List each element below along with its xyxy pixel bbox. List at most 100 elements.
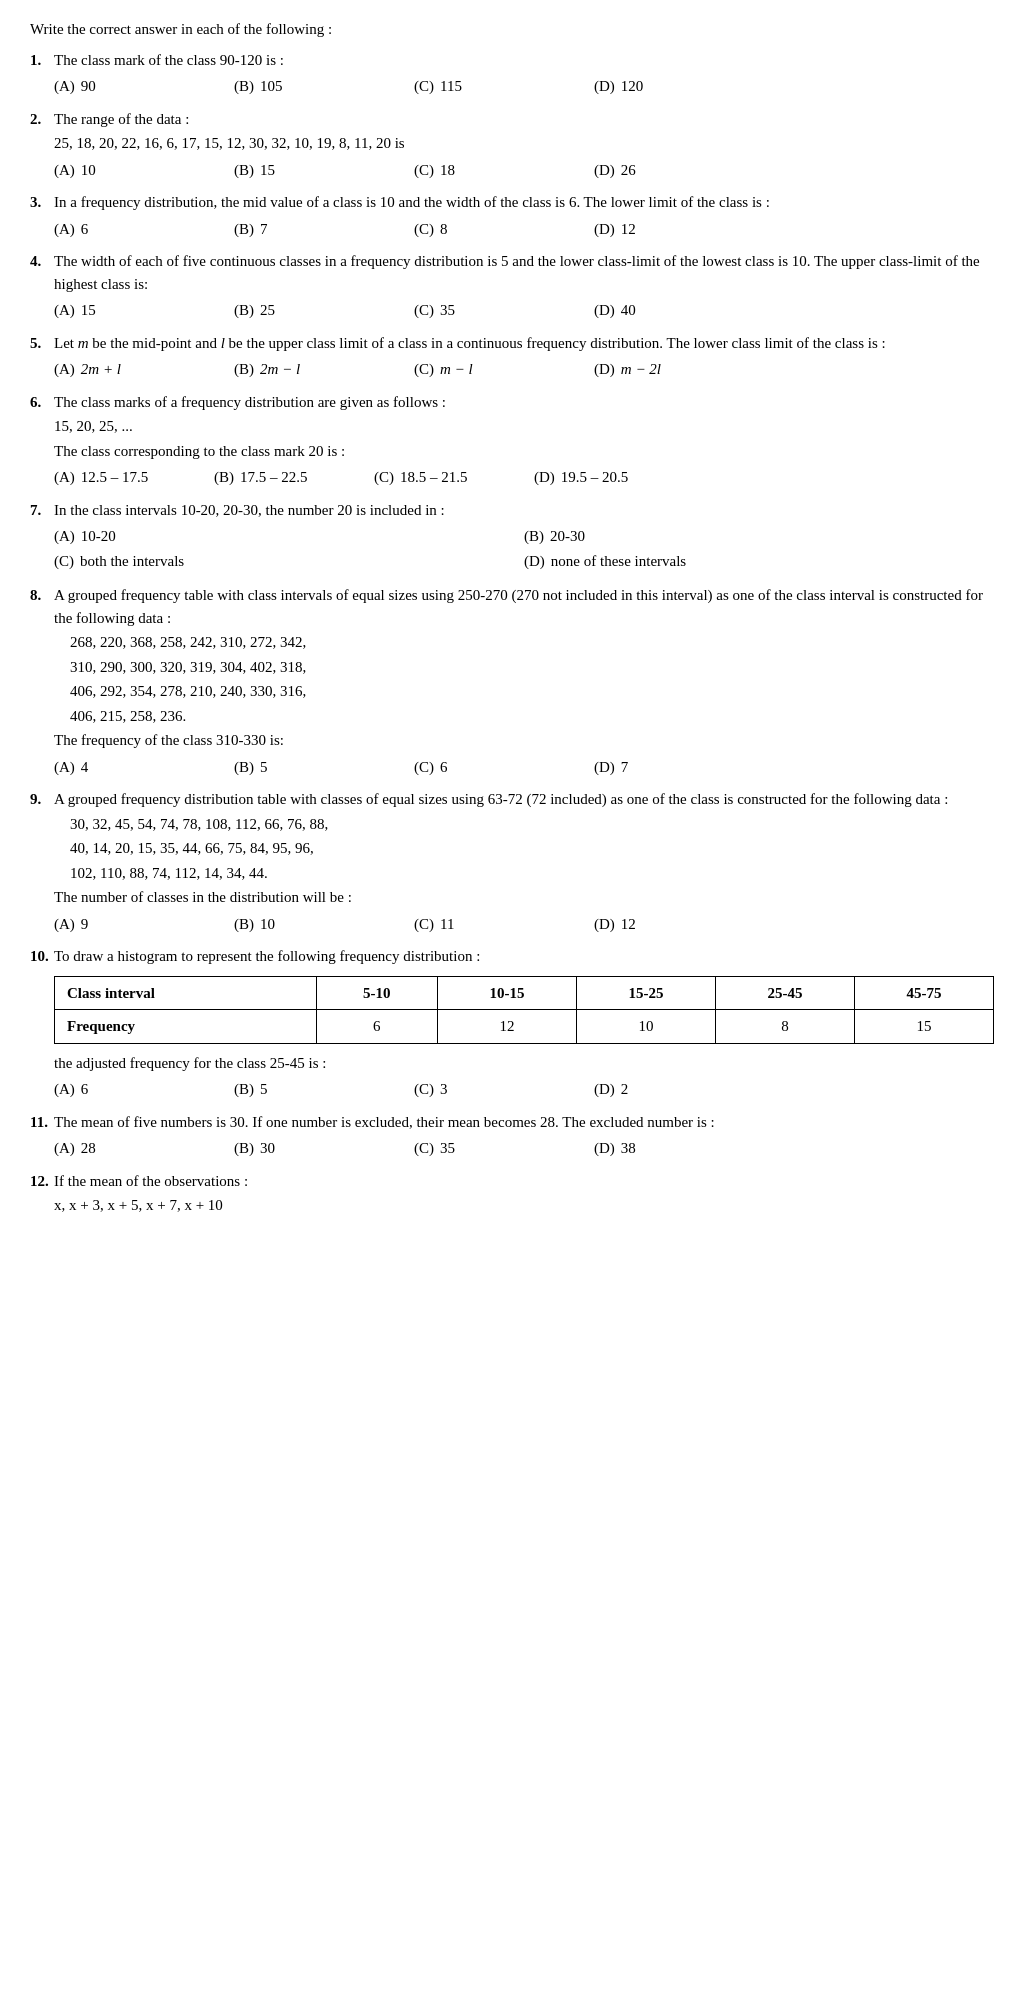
option-4-1: (B)25: [234, 299, 414, 322]
options-row-5: (A)2m + l(B)2m − l(C)m − l(D)m − 2l: [54, 358, 994, 381]
option-6-3: (D)19.5 – 20.5: [534, 466, 694, 489]
options-row-4: (A)15(B)25(C)35(D)40: [54, 299, 994, 322]
question-12: 12.If the mean of the observations :x, x…: [30, 1170, 994, 1217]
table-cell-0-3: 10: [577, 1010, 716, 1044]
question-number-8: 8.: [30, 584, 54, 607]
question-subtext2-10: the adjusted frequency for the class 25-…: [54, 1052, 994, 1075]
question-text-8: A grouped frequency table with class int…: [54, 584, 994, 629]
options-row-11: (A)28(B)30(C)35(D)38: [54, 1137, 994, 1160]
option-2-3: (D)26: [594, 159, 774, 182]
option-7-0: (A)10-20: [54, 525, 524, 548]
question-number-5: 5.: [30, 332, 54, 355]
question-text-6: The class marks of a frequency distribut…: [54, 391, 994, 414]
dataline-8-0: 268, 220, 368, 258, 242, 310, 272, 342,: [70, 631, 994, 654]
question-text-2: The range of the data :: [54, 108, 994, 131]
options-row-8: (A)4(B)5(C)6(D)7: [54, 756, 994, 779]
option-11-3: (D)38: [594, 1137, 774, 1160]
options-row-3: (A)6(B)7(C)8(D)12: [54, 218, 994, 241]
dataline-9-2: 102, 110, 88, 74, 112, 14, 34, 44.: [70, 862, 994, 885]
question-number-10: 10.: [30, 945, 54, 968]
question-number-2: 2.: [30, 108, 54, 131]
question-text-5: Let m be the mid-point and l be the uppe…: [54, 332, 994, 355]
table-header-2: 10-15: [438, 976, 577, 1010]
option-8-0: (A)4: [54, 756, 234, 779]
question-number-6: 6.: [30, 391, 54, 414]
question-9: 9.A grouped frequency distribution table…: [30, 788, 994, 935]
table-header-1: 5-10: [316, 976, 438, 1010]
question-8: 8.A grouped frequency table with class i…: [30, 584, 994, 778]
question-number-4: 4.: [30, 250, 54, 273]
question-number-7: 7.: [30, 499, 54, 522]
question-number-1: 1.: [30, 49, 54, 72]
question-number-12: 12.: [30, 1170, 54, 1193]
option-10-3: (D)2: [594, 1078, 774, 1101]
question-text-4: The width of each of five continuous cla…: [54, 250, 994, 295]
question-text-10: To draw a histogram to represent the fol…: [54, 945, 994, 968]
option-2-2: (C)18: [414, 159, 594, 182]
option-6-1: (B)17.5 – 22.5: [214, 466, 374, 489]
question-text-1: The class mark of the class 90-120 is :: [54, 49, 994, 72]
freq-table-10: Class interval5-1010-1515-2525-4545-75Fr…: [54, 976, 994, 1044]
table-cell-0-5: 15: [854, 1010, 993, 1044]
question-text-3: In a frequency distribution, the mid val…: [54, 191, 994, 214]
option-1-2: (C)115: [414, 75, 594, 98]
option-5-0: (A)2m + l: [54, 358, 234, 381]
dataline-8-3: 406, 215, 258, 236.: [70, 705, 994, 728]
question-11: 11.The mean of five numbers is 30. If on…: [30, 1111, 994, 1160]
question-number-11: 11.: [30, 1111, 54, 1134]
question-subtext2-9: The number of classes in the distributio…: [54, 886, 994, 909]
option-1-0: (A)90: [54, 75, 234, 98]
option-3-3: (D)12: [594, 218, 774, 241]
option-8-1: (B)5: [234, 756, 414, 779]
question-3: 3.In a frequency distribution, the mid v…: [30, 191, 994, 240]
options-row-7: (A)10-20(B)20-30(C)both the intervals(D)…: [54, 525, 994, 574]
question-subtext2-6: The class corresponding to the class mar…: [54, 440, 994, 463]
options-row-6: (A)12.5 – 17.5(B)17.5 – 22.5(C)18.5 – 21…: [54, 466, 994, 489]
question-6: 6.The class marks of a frequency distrib…: [30, 391, 994, 489]
option-11-0: (A)28: [54, 1137, 234, 1160]
question-7: 7.In the class intervals 10-20, 20-30, t…: [30, 499, 994, 575]
table-header-3: 15-25: [577, 976, 716, 1010]
options-row-10: (A)6(B)5(C)3(D)2: [54, 1078, 994, 1101]
question-subtext2-8: The frequency of the class 310-330 is:: [54, 729, 994, 752]
question-text-11: The mean of five numbers is 30. If one n…: [54, 1111, 994, 1134]
question-number-3: 3.: [30, 191, 54, 214]
option-4-2: (C)35: [414, 299, 594, 322]
option-7-3: (D)none of these intervals: [524, 550, 994, 573]
option-11-2: (C)35: [414, 1137, 594, 1160]
dataline-8-1: 310, 290, 300, 320, 319, 304, 402, 318,: [70, 656, 994, 679]
header: Write the correct answer in each of the …: [30, 18, 994, 41]
table-header-0: Class interval: [55, 976, 317, 1010]
dataline-9-0: 30, 32, 45, 54, 74, 78, 108, 112, 66, 76…: [70, 813, 994, 836]
table-cell-0-4: 8: [716, 1010, 855, 1044]
table-header-5: 45-75: [854, 976, 993, 1010]
dataline-8-2: 406, 292, 354, 278, 210, 240, 330, 316,: [70, 680, 994, 703]
option-6-2: (C)18.5 – 21.5: [374, 466, 534, 489]
option-8-2: (C)6: [414, 756, 594, 779]
option-10-2: (C)3: [414, 1078, 594, 1101]
option-8-3: (D)7: [594, 756, 774, 779]
option-5-1: (B)2m − l: [234, 358, 414, 381]
option-3-1: (B)7: [234, 218, 414, 241]
option-5-2: (C)m − l: [414, 358, 594, 381]
option-4-0: (A)15: [54, 299, 234, 322]
question-text-9: A grouped frequency distribution table w…: [54, 788, 994, 811]
dataline-9-1: 40, 14, 20, 15, 35, 44, 66, 75, 84, 95, …: [70, 837, 994, 860]
question-subtext-6: 15, 20, 25, ...: [54, 415, 994, 438]
option-3-0: (A)6: [54, 218, 234, 241]
options-row-2: (A)10(B)15(C)18(D)26: [54, 159, 994, 182]
option-9-0: (A)9: [54, 913, 234, 936]
option-6-0: (A)12.5 – 17.5: [54, 466, 214, 489]
option-9-3: (D)12: [594, 913, 774, 936]
option-1-1: (B)105: [234, 75, 414, 98]
question-1: 1.The class mark of the class 90-120 is …: [30, 49, 994, 98]
question-text-12: If the mean of the observations :: [54, 1170, 994, 1193]
option-5-3: (D)m − 2l: [594, 358, 774, 381]
question-5: 5.Let m be the mid-point and l be the up…: [30, 332, 994, 381]
option-10-1: (B)5: [234, 1078, 414, 1101]
options-row-9: (A)9(B)10(C)11(D)12: [54, 913, 994, 936]
option-9-2: (C)11: [414, 913, 594, 936]
question-4: 4.The width of each of five continuous c…: [30, 250, 994, 322]
table-cell-0-0: Frequency: [55, 1010, 317, 1044]
option-7-2: (C)both the intervals: [54, 550, 524, 573]
